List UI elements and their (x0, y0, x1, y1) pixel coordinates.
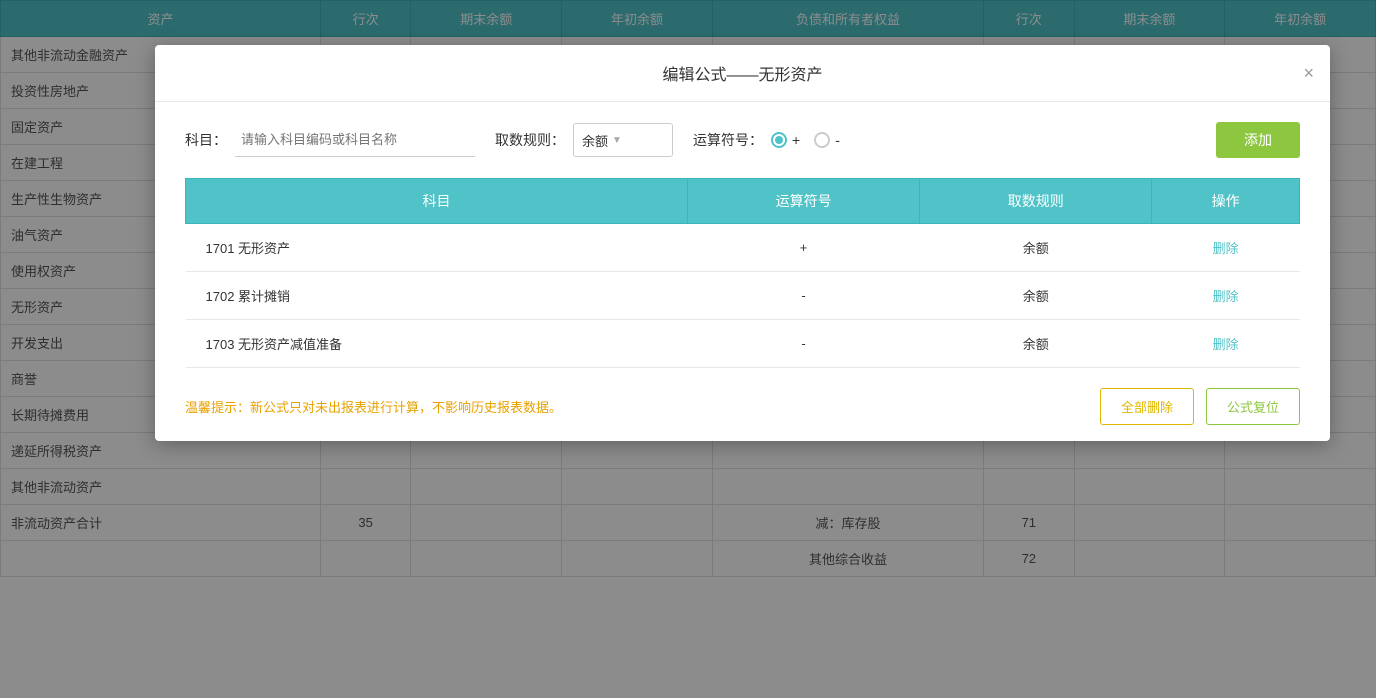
col-operator: 运算符号 (688, 179, 920, 224)
formula-cell-rule: 余额 (920, 320, 1152, 368)
subject-input[interactable] (235, 123, 475, 157)
operator-radio-group: + - (771, 132, 840, 148)
rule-field-group: 取数规则： 余额 ▼ (495, 123, 673, 157)
formula-form: 科目： 取数规则： 余额 ▼ 运算符号： + - (155, 102, 1330, 178)
modal-header: 编辑公式——无形资产 × (155, 45, 1330, 102)
formula-row: 1701 无形资产 + 余额 删除 (186, 224, 1300, 272)
formula-row: 1703 无形资产减值准备 - 余额 删除 (186, 320, 1300, 368)
formula-row: 1702 累计摊销 - 余额 删除 (186, 272, 1300, 320)
modal-title: 编辑公式——无形资产 (662, 67, 822, 84)
col-subject: 科目 (186, 179, 688, 224)
reset-formula-button[interactable]: 公式复位 (1206, 388, 1300, 425)
subject-field-group: 科目： (185, 123, 475, 157)
operator-plus-label: + (792, 132, 800, 148)
add-button[interactable]: 添加 (1216, 122, 1300, 158)
formula-cell-operator: - (688, 272, 920, 320)
operator-field-group: 运算符号： + - (693, 130, 840, 150)
formula-table-container: 科目 运算符号 取数规则 操作 1701 无形资产 + 余额 删除 1702 累… (155, 178, 1330, 368)
delete-row-link[interactable]: 删除 (1213, 241, 1239, 256)
col-rule: 取数规则 (920, 179, 1152, 224)
warning-text: 温馨提示：新公式只对未出报表进行计算，不影响历史报表数据。 (185, 397, 562, 416)
formula-cell-operator: - (688, 320, 920, 368)
formula-table: 科目 运算符号 取数规则 操作 1701 无形资产 + 余额 删除 1702 累… (185, 178, 1300, 368)
formula-cell-subject: 1701 无形资产 (186, 224, 688, 272)
radio-circle-minus (814, 132, 830, 148)
formula-cell-action: 删除 (1152, 272, 1300, 320)
rule-select-value: 余额 (582, 131, 608, 150)
col-action: 操作 (1152, 179, 1300, 224)
delete-row-link[interactable]: 删除 (1213, 289, 1239, 304)
formula-cell-subject: 1703 无形资产减值准备 (186, 320, 688, 368)
footer-buttons: 全部删除 公式复位 (1100, 388, 1300, 425)
rule-select[interactable]: 余额 ▼ (573, 123, 673, 157)
delete-all-button[interactable]: 全部删除 (1100, 388, 1194, 425)
radio-circle-plus (771, 132, 787, 148)
subject-label: 科目： (185, 130, 227, 150)
formula-cell-action: 删除 (1152, 224, 1300, 272)
formula-cell-rule: 余额 (920, 272, 1152, 320)
table-header-row: 科目 运算符号 取数规则 操作 (186, 179, 1300, 224)
operator-minus-label: - (835, 132, 840, 148)
warning-footer: 温馨提示：新公式只对未出报表进行计算，不影响历史报表数据。 全部删除 公式复位 (155, 368, 1330, 441)
delete-row-link[interactable]: 删除 (1213, 337, 1239, 352)
formula-cell-operator: + (688, 224, 920, 272)
operator-minus-radio[interactable]: - (814, 132, 840, 148)
chevron-down-icon: ▼ (612, 135, 622, 146)
operator-plus-radio[interactable]: + (771, 132, 800, 148)
edit-formula-modal: 编辑公式——无形资产 × 科目： 取数规则： 余额 ▼ 运算符号： + (155, 45, 1330, 441)
operator-label: 运算符号： (693, 130, 763, 150)
rule-label: 取数规则： (495, 130, 565, 150)
formula-cell-subject: 1702 累计摊销 (186, 272, 688, 320)
formula-cell-rule: 余额 (920, 224, 1152, 272)
modal-close-button[interactable]: × (1303, 64, 1314, 82)
formula-cell-action: 删除 (1152, 320, 1300, 368)
